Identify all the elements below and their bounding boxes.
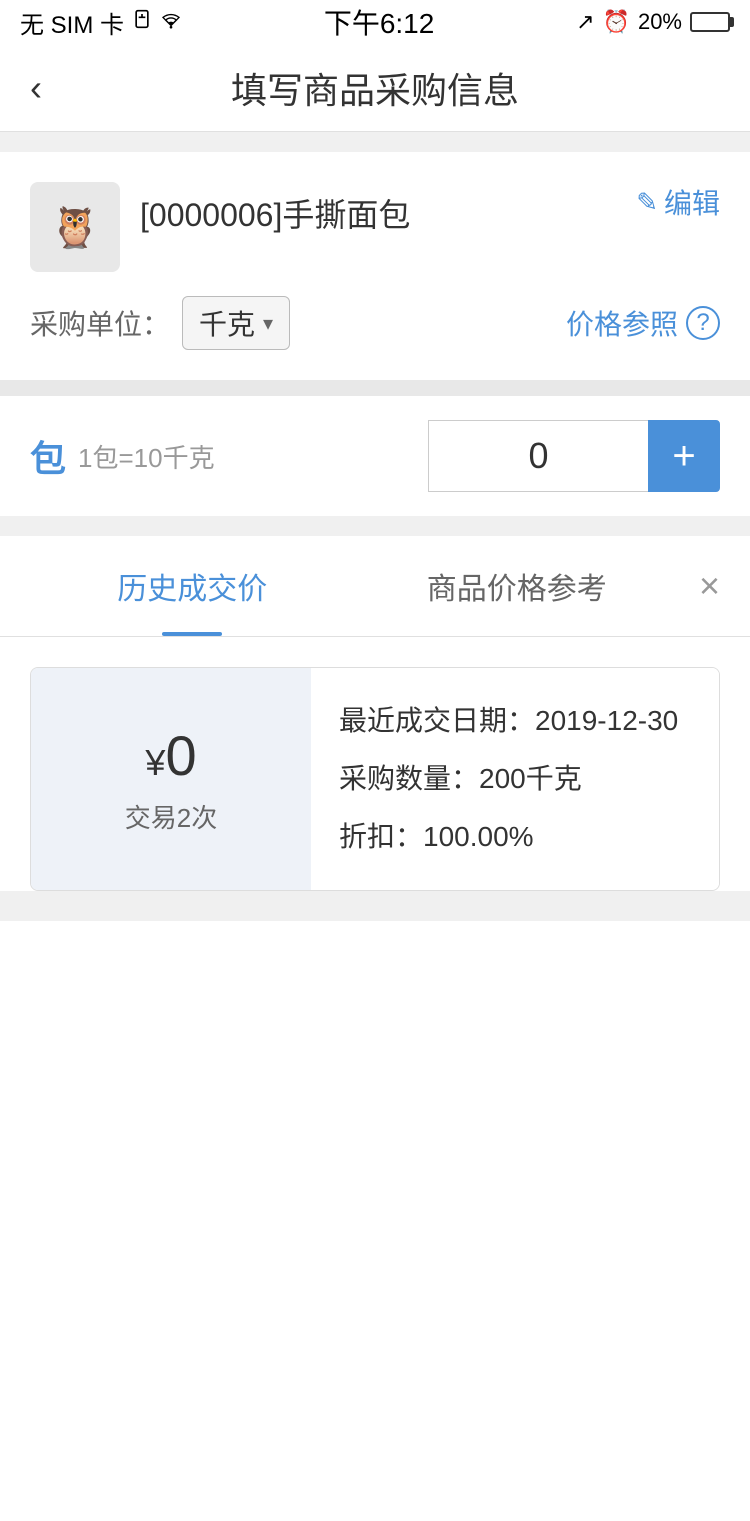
discount-value: 100.00% <box>423 821 534 852</box>
quantity-input[interactable] <box>428 420 648 492</box>
recent-date-label: 最近成交日期： <box>339 705 535 736</box>
product-name: [0000006]手撕面包 <box>140 182 410 236</box>
edit-icon: ✎ <box>636 187 658 218</box>
alarm-icon: ⏰ <box>603 9 630 35</box>
main-content <box>0 921 750 1521</box>
status-bar: 无 SIM 卡 下午6:12 ↗ ⏰ 20% <box>0 0 750 44</box>
quantity-label: 包 1包=10千克 <box>30 430 215 482</box>
discount-label: 折扣： <box>339 821 423 852</box>
carrier-text: 无 SIM 卡 <box>20 5 124 40</box>
increment-button[interactable]: + <box>648 420 720 492</box>
status-right: ↗ ⏰ 20% <box>576 9 730 35</box>
unit-left: 采购单位： 千克 ▾ <box>30 296 290 350</box>
quantity-input-area: + <box>428 420 720 492</box>
quantity-row: 包 1包=10千克 + <box>0 396 750 516</box>
price-left-panel: ¥0 交易2次 <box>31 668 311 890</box>
unit-select-dropdown[interactable]: 千克 ▾ <box>182 296 290 350</box>
help-icon: ? <box>686 306 720 340</box>
status-left: 无 SIM 卡 <box>20 5 182 40</box>
tabs-section: 历史成交价 商品价格参考 × ¥0 交易2次 最近成交日期：2019-12-30… <box>0 536 750 891</box>
tab-product-price-ref[interactable]: 商品价格参考 <box>354 536 678 636</box>
battery-icon <box>690 12 730 32</box>
price-card: ¥0 交易2次 最近成交日期：2019-12-30 采购数量：200千克 折扣：… <box>30 667 720 891</box>
product-section: 🦉 [0000006]手撕面包 ✎ 编辑 采购单位： 千克 ▾ 价格参照 ? <box>0 152 750 380</box>
unit-value: 千克 <box>199 303 255 343</box>
product-icon: 🦉 <box>50 204 100 251</box>
location-icon: ↗ <box>576 9 594 35</box>
price-value: 0 <box>165 724 196 787</box>
edit-label: 编辑 <box>664 182 720 222</box>
edit-button[interactable]: ✎ 编辑 <box>636 182 720 222</box>
tabs-header: 历史成交价 商品价格参考 × <box>0 536 750 637</box>
unit-conversion: 1包=10千克 <box>78 438 215 475</box>
price-transactions: 交易2次 <box>125 798 217 835</box>
sim-icon <box>132 8 152 36</box>
quantity-detail-value: 200千克 <box>479 763 582 794</box>
price-reference-button[interactable]: 价格参照 ? <box>566 303 720 343</box>
recent-date-row: 最近成交日期：2019-12-30 <box>339 700 691 742</box>
tab-history-price[interactable]: 历史成交价 <box>30 536 354 636</box>
back-button[interactable]: ‹ <box>30 67 42 109</box>
price-ref-label: 价格参照 <box>566 303 678 343</box>
chevron-down-icon: ▾ <box>263 311 273 336</box>
product-left: 🦉 [0000006]手撕面包 <box>30 182 410 272</box>
quantity-row-detail: 采购数量：200千克 <box>339 758 691 800</box>
wifi-icon <box>160 8 182 36</box>
unit-badge: 包 <box>30 430 66 482</box>
section-divider <box>0 380 750 396</box>
close-tabs-button[interactable]: × <box>679 537 720 635</box>
product-thumbnail: 🦉 <box>30 182 120 272</box>
price-amount: ¥0 <box>145 723 196 788</box>
battery-percent: 20% <box>638 9 682 35</box>
price-right-panel: 最近成交日期：2019-12-30 采购数量：200千克 折扣：100.00% <box>311 668 719 890</box>
status-time: 下午6:12 <box>324 2 435 42</box>
quantity-detail-label: 采购数量： <box>339 763 479 794</box>
discount-row: 折扣：100.00% <box>339 816 691 858</box>
product-header: 🦉 [0000006]手撕面包 ✎ 编辑 <box>30 182 720 272</box>
unit-row: 采购单位： 千克 ▾ 价格参照 ? <box>30 296 720 350</box>
unit-label: 采购单位： <box>30 303 170 343</box>
currency-symbol: ¥ <box>145 742 165 783</box>
recent-date-value: 2019-12-30 <box>535 705 678 736</box>
nav-bar: ‹ 填写商品采购信息 <box>0 44 750 132</box>
page-title: 填写商品采购信息 <box>231 62 519 114</box>
